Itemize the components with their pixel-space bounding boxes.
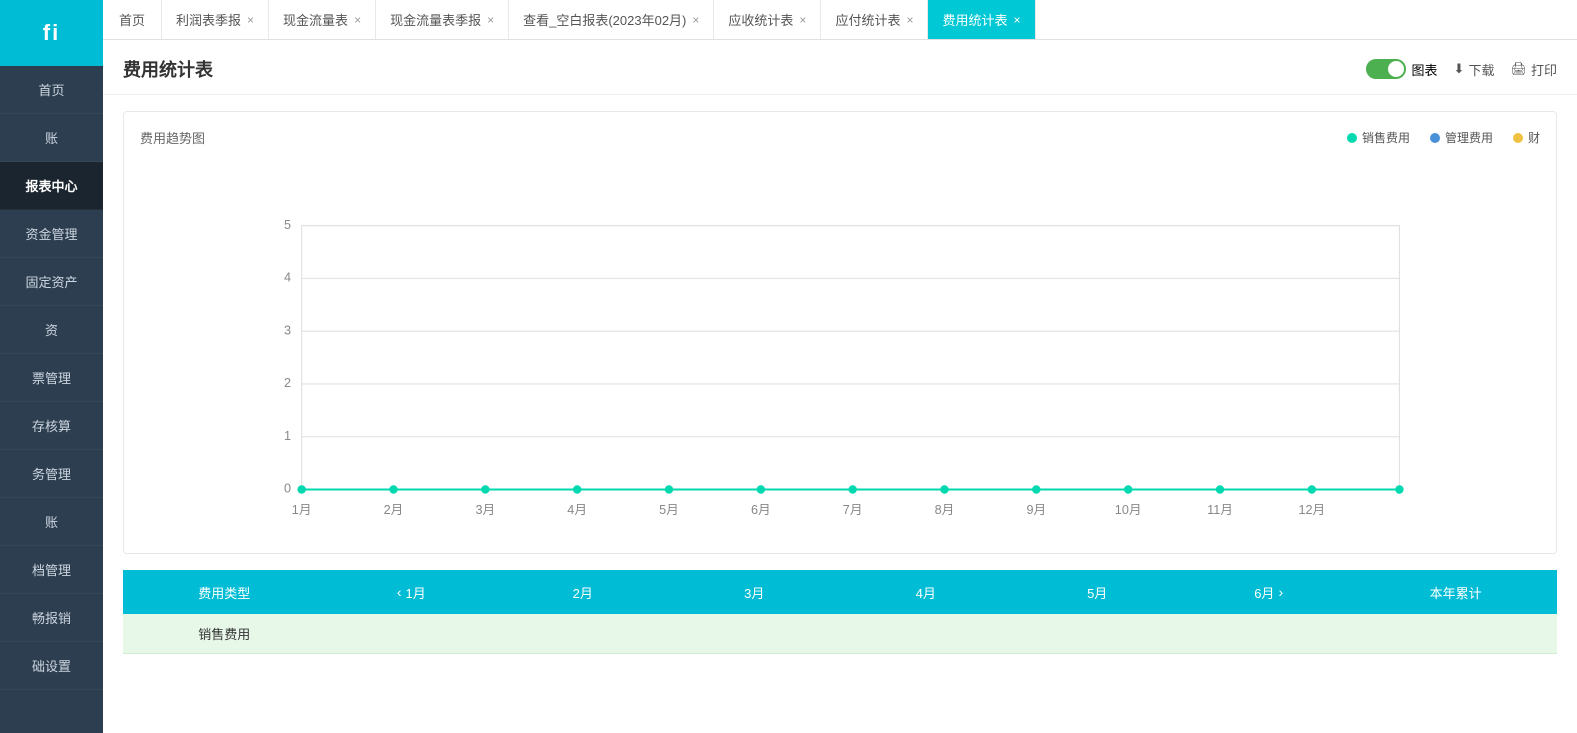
tab-close-payable[interactable]: × <box>906 13 913 27</box>
svg-text:3: 3 <box>284 323 291 337</box>
svg-text:2月: 2月 <box>384 503 404 517</box>
tab-payable[interactable]: 应付统计表 × <box>821 0 928 40</box>
chart-toggle-wrap: 图表 <box>1366 59 1438 79</box>
svg-text:1: 1 <box>284 429 291 443</box>
legend-dot-admin <box>1430 133 1440 143</box>
tab-home[interactable]: 首页 <box>103 0 162 40</box>
chart-header: 费用趋势图 销售费用 管理费用 财 <box>140 128 1540 147</box>
chart-section: 费用趋势图 销售费用 管理费用 财 <box>123 111 1557 554</box>
sidebar-item-tickets[interactable]: 票管理 <box>0 354 103 402</box>
sidebar-item-capital[interactable]: 资 <box>0 306 103 354</box>
tab-close-cashflow[interactable]: × <box>354 13 361 27</box>
download-button[interactable]: ⬇ 下载 <box>1454 60 1495 79</box>
svg-text:5: 5 <box>284 218 291 232</box>
th-m3: 3月 <box>669 583 840 602</box>
sidebar: fi 首页 账 报表中心 资金管理 固定资产 资 票管理 存核算 务管理 账 档… <box>0 0 103 733</box>
table-row: 销售费用 <box>123 614 1557 654</box>
svg-text:8月: 8月 <box>935 503 955 517</box>
header-actions: 图表 ⬇ 下载 🖨 打印 <box>1366 59 1557 79</box>
svg-text:12月: 12月 <box>1298 503 1325 517</box>
chart-svg: 0 1 2 3 4 5 <box>140 157 1540 537</box>
legend-label-admin: 管理费用 <box>1445 129 1493 146</box>
tab-profit[interactable]: 利润表季报 × <box>162 0 269 40</box>
svg-text:4: 4 <box>284 271 291 285</box>
next-arrow[interactable]: › <box>1278 584 1283 600</box>
sidebar-item-expense[interactable]: 畅报销 <box>0 594 103 642</box>
sidebar-item-archive[interactable]: 档管理 <box>0 546 103 594</box>
sidebar-logo: fi <box>0 0 103 66</box>
tab-blank[interactable]: 查看_空白报表(2023年02月) × <box>509 0 714 40</box>
th-m5: 5月 <box>1011 583 1182 602</box>
th-m1: ‹ 1月 <box>326 583 497 602</box>
th-total: 本年累计 <box>1354 583 1557 602</box>
prev-arrow[interactable]: ‹ <box>397 584 402 600</box>
sidebar-item-account[interactable]: 账 <box>0 114 103 162</box>
chart-toggle[interactable] <box>1366 59 1406 79</box>
tab-close-receivable[interactable]: × <box>799 13 806 27</box>
tab-bar: 首页 利润表季报 × 现金流量表 × 现金流量表季报 × 查看_空白报表(202… <box>103 0 1577 40</box>
tab-cashflow[interactable]: 现金流量表 × <box>269 0 376 40</box>
sidebar-item-inventory[interactable]: 存核算 <box>0 402 103 450</box>
legend-dot-finance <box>1513 133 1523 143</box>
sidebar-item-business[interactable]: 务管理 <box>0 450 103 498</box>
table-section: 费用类型 ‹ 1月 2月 3月 4月 5月 6月 › 本年累计 销售费用 <box>123 570 1557 654</box>
tab-cashflow-q[interactable]: 现金流量表季报 × <box>376 0 509 40</box>
svg-text:5月: 5月 <box>659 503 679 517</box>
svg-text:6月: 6月 <box>751 503 771 517</box>
tab-close-blank[interactable]: × <box>692 13 699 27</box>
svg-text:11月: 11月 <box>1207 503 1233 517</box>
sidebar-item-funds[interactable]: 资金管理 <box>0 210 103 258</box>
tab-close-expense[interactable]: × <box>1013 13 1020 27</box>
print-icon: 🖨 <box>1510 61 1527 77</box>
sidebar-item-assets[interactable]: 固定资产 <box>0 258 103 306</box>
svg-text:2: 2 <box>284 376 291 390</box>
th-m6: 6月 › <box>1183 583 1354 602</box>
tab-receivable[interactable]: 应收统计表 × <box>714 0 821 40</box>
svg-text:9月: 9月 <box>1026 503 1046 517</box>
svg-text:3月: 3月 <box>475 503 495 517</box>
th-m4: 4月 <box>840 583 1011 602</box>
svg-text:7月: 7月 <box>843 503 863 517</box>
tab-close-profit[interactable]: × <box>247 13 254 27</box>
svg-text:1月: 1月 <box>292 503 312 517</box>
tab-close-cashflow-q[interactable]: × <box>487 13 494 27</box>
print-button[interactable]: 🖨 打印 <box>1510 60 1557 79</box>
svg-text:10月: 10月 <box>1115 503 1142 517</box>
table-header-row: 费用类型 ‹ 1月 2月 3月 4月 5月 6月 › 本年累计 <box>123 570 1557 614</box>
chart-container: 0 1 2 3 4 5 <box>140 157 1540 537</box>
th-type: 费用类型 <box>123 583 326 602</box>
td-type: 销售费用 <box>123 624 326 643</box>
legend-label-sales: 销售费用 <box>1362 129 1410 146</box>
main-area: 首页 利润表季报 × 现金流量表 × 现金流量表季报 × 查看_空白报表(202… <box>103 0 1577 733</box>
legend-admin: 管理费用 <box>1430 129 1493 146</box>
chart-legend: 销售费用 管理费用 财 <box>1347 129 1540 146</box>
page-title: 费用统计表 <box>123 56 213 82</box>
svg-text:4月: 4月 <box>567 503 587 517</box>
legend-label-finance: 财 <box>1528 129 1540 146</box>
svg-text:0: 0 <box>284 482 291 496</box>
legend-sales: 销售费用 <box>1347 129 1410 146</box>
sidebar-item-home[interactable]: 首页 <box>0 66 103 114</box>
sidebar-item-reports[interactable]: 报表中心 <box>0 162 103 210</box>
tab-expense[interactable]: 费用统计表 × <box>928 0 1035 40</box>
chart-title: 费用趋势图 <box>140 128 205 147</box>
legend-finance: 财 <box>1513 129 1540 146</box>
legend-dot-sales <box>1347 133 1357 143</box>
th-m2: 2月 <box>497 583 668 602</box>
download-icon: ⬇ <box>1454 61 1465 77</box>
content-area: 费用统计表 图表 ⬇ 下载 🖨 打印 费用趋势图 <box>103 40 1577 733</box>
sidebar-item-ledger[interactable]: 账 <box>0 498 103 546</box>
page-header: 费用统计表 图表 ⬇ 下载 🖨 打印 <box>103 40 1577 95</box>
chart-toggle-label: 图表 <box>1412 60 1438 79</box>
sidebar-item-settings[interactable]: 础设置 <box>0 642 103 690</box>
